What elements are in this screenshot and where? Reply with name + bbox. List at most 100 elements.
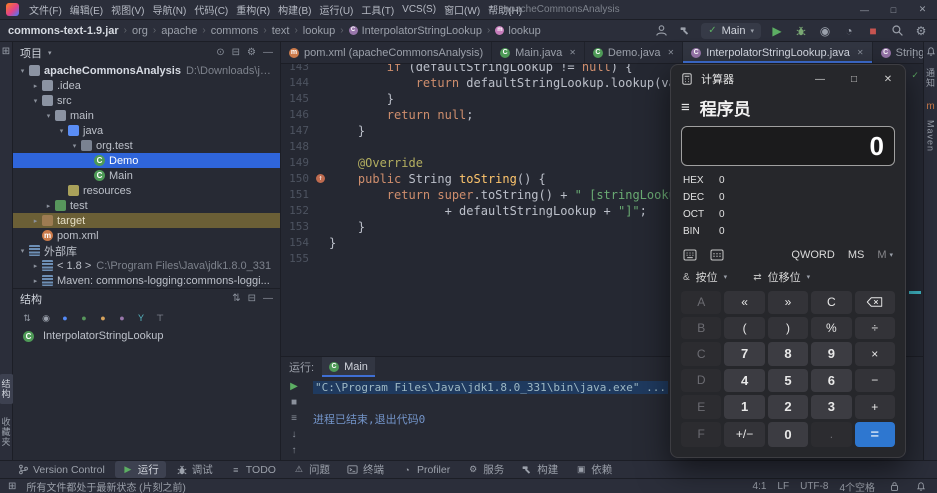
calc-maximize-button[interactable]: □ [837, 65, 871, 93]
tree-row-idea[interactable]: ▸.idea [13, 78, 280, 93]
toolwindow-item[interactable]: 终端 [340, 461, 391, 478]
chevron-down-icon[interactable]: ▾ [43, 112, 54, 120]
calc-key-hex-c[interactable]: C [681, 342, 721, 366]
profiler-button[interactable]: ◔ [841, 23, 857, 39]
chevron-down-icon[interactable]: ▾ [17, 247, 28, 255]
stripe-tool-button[interactable]: 结构 [0, 374, 14, 404]
scrollbar-marker[interactable] [909, 291, 921, 294]
menu-item[interactable]: 运行(U) [315, 0, 357, 19]
calc-key-hex-b[interactable]: B [681, 317, 721, 340]
tree-row-maven-commons-logging-commons-loggi[interactable]: ▸Maven: commons-logging:commons-loggi... [13, 273, 280, 288]
chevron-right-icon[interactable]: ▸ [30, 277, 41, 285]
coverage-button[interactable]: ◉ [817, 23, 833, 39]
close-icon[interactable]: ✕ [667, 48, 674, 57]
calc-key-two[interactable]: 2 [768, 395, 808, 419]
calc-key-six[interactable]: 6 [811, 369, 851, 393]
calc-key-one[interactable]: 1 [724, 395, 764, 419]
tab-interpolatorstringlookup-java[interactable]: CInterpolatorStringLookup.java✕ [683, 42, 872, 63]
stop-button[interactable]: ■ [291, 397, 297, 408]
calc-key-equals[interactable]: = [855, 422, 895, 448]
calc-key-multiply[interactable]: × [855, 342, 895, 366]
calc-key-divide[interactable]: ÷ [855, 317, 895, 340]
show-inherited-icon[interactable]: ● [115, 311, 129, 325]
settings-button[interactable]: ⚙ [913, 23, 929, 39]
toolwindow-item[interactable]: 调试 [169, 461, 220, 478]
toolwindow-item[interactable]: ▶运行 [115, 461, 166, 478]
tool-window-switcher-icon[interactable]: ⊞ [8, 481, 16, 492]
calculator-titlebar[interactable]: 计算器 — □ ✕ [671, 65, 905, 93]
sort-by-visibility-icon[interactable]: ◉ [39, 311, 53, 325]
calc-key-subtract[interactable]: − [855, 369, 895, 393]
bitwise-menu-button[interactable]: & 按位 ▾ [683, 269, 727, 285]
chevron-right-icon[interactable]: ▸ [30, 217, 41, 225]
run-button[interactable]: ▶ [769, 23, 785, 39]
sort-button[interactable]: ⇅ [232, 293, 240, 304]
tree-row-demo[interactable]: CDemo [13, 153, 280, 168]
chevron-right-icon[interactable]: ▸ [30, 82, 41, 90]
close-button[interactable]: ✕ [908, 0, 937, 19]
tab-pom-xml-apachecommonsanalysis[interactable]: mpom.xml (apacheCommonsAnalysis) [281, 42, 492, 63]
tree-row-apachecommonsanalysis[interactable]: ▾apacheCommonsAnalysisD:\Downloads\java [13, 63, 280, 78]
tree-row-item[interactable]: ▾外部库 [13, 243, 280, 258]
stripe-tool-button[interactable]: mMaven [925, 101, 937, 157]
memory-menu-button[interactable]: M ▾ [877, 249, 893, 261]
expand-all-icon[interactable]: ⊤ [153, 311, 167, 325]
breadcrumb-item[interactable]: org [132, 25, 148, 37]
menu-item[interactable]: 导航(N) [148, 0, 190, 19]
toolwindow-todo[interactable]: ≡TODO [223, 463, 283, 477]
calc-key-four[interactable]: 4 [724, 369, 764, 393]
tree-row-target[interactable]: ▸target [13, 213, 280, 228]
calc-key-close-paren[interactable]: ) [768, 317, 808, 340]
menu-item[interactable]: VCS(S) [398, 0, 440, 19]
tree-row-resources[interactable]: resources [13, 183, 280, 198]
bitshift-menu-button[interactable]: ⇄ 位移位 ▾ [753, 269, 810, 285]
calc-key-three[interactable]: 3 [811, 395, 851, 419]
tree-row-main[interactable]: CMain [13, 168, 280, 183]
options-button[interactable]: ⚙ [247, 47, 256, 58]
status-item[interactable]: LF [777, 481, 789, 492]
rerun-button[interactable]: ▶ [290, 381, 298, 392]
hide-button[interactable]: — [263, 293, 273, 304]
chevron-down-icon[interactable]: ▾ [30, 97, 41, 105]
status-item[interactable]: 4:1 [753, 481, 767, 492]
tree-row-src[interactable]: ▾src [13, 93, 280, 108]
toolwindow-item[interactable]: ⚙服务 [460, 461, 511, 478]
calc-key-decimal[interactable]: . [811, 422, 851, 448]
stop-button[interactable]: ■ [865, 23, 881, 39]
structure-item[interactable]: C InterpolatorStringLookup [13, 328, 280, 344]
calc-key-seven[interactable]: 7 [724, 342, 764, 366]
calc-key-clear[interactable]: C [811, 291, 851, 314]
menu-item[interactable]: 代码(C) [190, 0, 232, 19]
memory-store-button[interactable]: MS [848, 249, 865, 261]
stripe-tool-button[interactable]: 收藏夹 [0, 412, 14, 452]
menu-item[interactable]: 窗口(W) [440, 0, 484, 19]
breadcrumb-item[interactable]: commons-text-1.9.jar [8, 25, 119, 37]
breadcrumb-item[interactable]: lookup [303, 25, 335, 37]
calc-close-button[interactable]: ✕ [871, 65, 905, 93]
hamburger-menu-icon[interactable]: ≡ [681, 99, 690, 116]
tree-row-1-8[interactable]: ▸< 1.8 >C:\Program Files\Java\jdk1.8.0_3… [13, 258, 280, 273]
tree-row-java[interactable]: ▾java [13, 123, 280, 138]
tree-row-test[interactable]: ▸test [13, 198, 280, 213]
bit-toggle-keypad-icon[interactable] [710, 249, 724, 261]
scroll-to-top-button[interactable]: ↑ [292, 445, 297, 456]
calc-key-five[interactable]: 5 [768, 369, 808, 393]
full-keypad-icon[interactable] [683, 249, 697, 261]
debug-button[interactable] [793, 23, 809, 39]
breadcrumb-item[interactable]: mlookup [495, 25, 540, 37]
breadcrumb-item[interactable]: CInterpolatorStringLookup [349, 25, 482, 37]
scroll-to-end-button[interactable]: ↓ [292, 429, 297, 440]
close-icon[interactable]: ✕ [857, 48, 864, 57]
toolwindow-profiler[interactable]: ◔Profiler [394, 463, 457, 477]
breadcrumb-item[interactable]: apache [161, 25, 197, 37]
calc-key-open-paren[interactable]: ( [724, 317, 764, 340]
chevron-down-icon[interactable]: ▾ [56, 127, 67, 135]
calc-key-hex-d[interactable]: D [681, 369, 721, 393]
close-icon[interactable]: ✕ [569, 48, 576, 57]
inspections-ok-icon[interactable]: ✓ [912, 68, 918, 84]
lock-icon[interactable] [886, 478, 902, 493]
toolwindow-item[interactable]: ⚠问题 [286, 461, 337, 478]
calc-key-backspace[interactable] [855, 291, 895, 314]
chevron-down-icon[interactable]: ▾ [69, 142, 80, 150]
calc-key-hex-e[interactable]: E [681, 395, 721, 419]
